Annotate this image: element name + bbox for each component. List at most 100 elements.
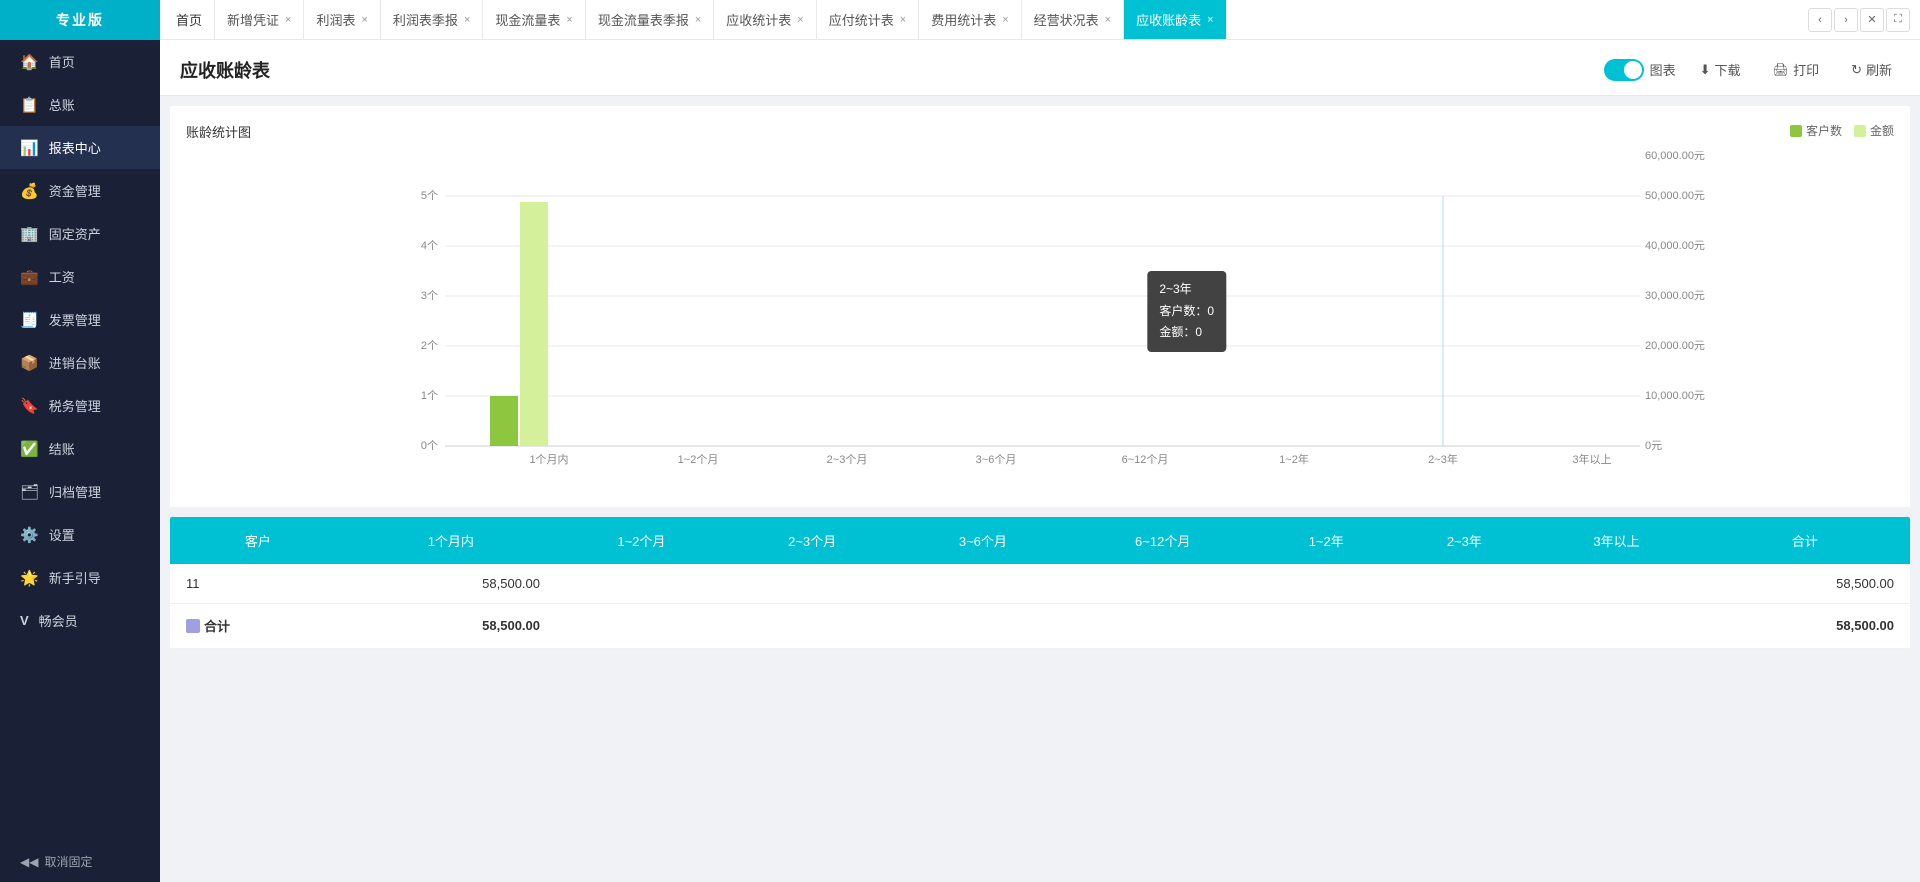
tab-nav-buttons: ‹ › ✕ ⛶: [1802, 8, 1916, 32]
legend-customer-label: 客户数: [1806, 122, 1842, 139]
cell-6-12m: [1068, 564, 1257, 604]
table-row: 11 58,500.00 58,500.00: [170, 564, 1910, 604]
legend-amount-dot: [1854, 125, 1866, 137]
tab-voucher-close[interactable]: ×: [285, 14, 291, 26]
col-1m: 1个月内: [346, 517, 556, 564]
guide-icon: 🌟: [20, 569, 39, 587]
col-1-2m: 1~2个月: [556, 517, 727, 564]
chart-legend: 客户数 金额: [1790, 122, 1894, 139]
tab-payable-stat-close[interactable]: ×: [900, 14, 906, 26]
tab-aging-close[interactable]: ×: [1207, 14, 1213, 26]
tab-profit-close[interactable]: ×: [361, 14, 367, 26]
assets-icon: 🏢: [20, 225, 39, 243]
svg-text:30,000.00元: 30,000.00元: [1645, 290, 1705, 302]
tab-fullscreen[interactable]: ⛶: [1886, 8, 1910, 32]
cell-summary-1-2m: [556, 604, 727, 649]
col-customer: 客户: [170, 517, 346, 564]
tab-home[interactable]: 首页: [164, 0, 215, 40]
download-button[interactable]: ⬇ 下载: [1692, 56, 1749, 83]
sidebar-item-assets[interactable]: 🏢 固定资产: [0, 212, 160, 255]
sidebar-item-invoice[interactable]: 🧾 发票管理: [0, 298, 160, 341]
tab-expense-stat[interactable]: 费用统计表 ×: [919, 0, 1021, 40]
tab-operation[interactable]: 经营状况表 ×: [1022, 0, 1124, 40]
cell-2-3y: [1395, 564, 1533, 604]
tab-cashflow[interactable]: 现金流量表 ×: [483, 0, 585, 40]
sidebar-item-reports[interactable]: 📊 报表中心: [0, 126, 160, 169]
chart-title: 账龄统计图: [186, 122, 1894, 141]
cell-summary-2-3y: [1395, 604, 1533, 649]
sidebar-item-home[interactable]: 🏠 首页: [0, 40, 160, 83]
tab-profit[interactable]: 利润表 ×: [304, 0, 380, 40]
collapse-sidebar-button[interactable]: ◀◀ 取消固定: [0, 841, 160, 882]
sidebar-item-funds[interactable]: 💰 资金管理: [0, 169, 160, 212]
tab-operation-label: 经营状况表: [1034, 10, 1099, 29]
chart-toggle[interactable]: [1604, 59, 1644, 81]
sidebar-item-settings[interactable]: ⚙️ 设置: [0, 513, 160, 556]
cell-summary-1m: 58,500.00: [346, 604, 556, 649]
cell-summary-label: 合计: [170, 604, 346, 649]
tab-cashflow-quarter-close[interactable]: ×: [695, 14, 701, 26]
tab-nav-left[interactable]: ‹: [1808, 8, 1832, 32]
sidebar-item-label: 首页: [49, 52, 75, 71]
tab-payable-stat[interactable]: 应付统计表 ×: [817, 0, 919, 40]
chart-container: 0个 1个 2个 3个 4个 5个 0元 10,000.00元 20,000.0…: [186, 151, 1894, 491]
col-3y-plus: 3年以上: [1533, 517, 1699, 564]
svg-text:3个: 3个: [421, 289, 438, 302]
svg-text:50,000.00元: 50,000.00元: [1645, 190, 1705, 202]
svg-text:1个月内: 1个月内: [529, 452, 568, 466]
col-3-6m: 3~6个月: [898, 517, 1069, 564]
tab-bar: 首页 新增凭证 × 利润表 × 利润表季报 × 现金流量表 × 现金流量表季报 …: [160, 0, 1920, 40]
tab-profit-quarter[interactable]: 利润表季报 ×: [381, 0, 483, 40]
sidebar-item-settlement[interactable]: ✅ 结账: [0, 427, 160, 470]
col-1-2y: 1~2年: [1257, 517, 1395, 564]
cell-1-2y: [1257, 564, 1395, 604]
sidebar-item-label: 固定资产: [49, 224, 101, 243]
sidebar-item-archive[interactable]: 🗂 归档管理: [0, 470, 160, 513]
tab-cashflow-quarter[interactable]: 现金流量表季报 ×: [586, 0, 714, 40]
ledger-icon: 📋: [20, 96, 39, 114]
tab-nav-right[interactable]: ›: [1834, 8, 1858, 32]
tab-profit-quarter-close[interactable]: ×: [464, 14, 470, 26]
sidebar-item-label: 进销台账: [49, 353, 101, 372]
tab-expense-stat-label: 费用统计表: [931, 10, 996, 29]
cell-2-3m: [727, 564, 898, 604]
col-2-3m: 2~3个月: [727, 517, 898, 564]
tab-close-all[interactable]: ✕: [1860, 8, 1884, 32]
sidebar-item-label: 报表中心: [49, 138, 101, 157]
svg-text:0元: 0元: [1645, 440, 1662, 452]
cell-summary-3y-plus: [1533, 604, 1699, 649]
tab-expense-stat-close[interactable]: ×: [1002, 14, 1008, 26]
sidebar-item-label: 设置: [49, 525, 75, 544]
sidebar-item-label: 结账: [49, 439, 75, 458]
sidebar-item-guide[interactable]: 🌟 新手引导: [0, 556, 160, 599]
tab-operation-close[interactable]: ×: [1105, 14, 1111, 26]
col-2-3y: 2~3年: [1395, 517, 1533, 564]
cell-summary-1-2y: [1257, 604, 1395, 649]
sales-icon: 📦: [20, 354, 39, 372]
table-head: 客户 1个月内 1~2个月 2~3个月 3~6个月 6~12个月 1~2年 2~…: [170, 517, 1910, 564]
refresh-label: 刷新: [1866, 60, 1892, 79]
tab-cashflow-label: 现金流量表: [495, 10, 560, 29]
tab-voucher[interactable]: 新增凭证 ×: [215, 0, 304, 40]
svg-text:2~3年: 2~3年: [1428, 452, 1458, 466]
sidebar-item-salary[interactable]: 💼 工资: [0, 255, 160, 298]
cell-1m: 58,500.00: [346, 564, 556, 604]
sidebar-item-vip[interactable]: V 畅会员: [0, 599, 160, 642]
tab-cashflow-close[interactable]: ×: [566, 14, 572, 26]
svg-text:6~12个月: 6~12个月: [1122, 453, 1169, 466]
sidebar-item-ledger[interactable]: 📋 总账: [0, 83, 160, 126]
svg-text:3~6个月: 3~6个月: [976, 453, 1017, 466]
main-content: 首页 新增凭证 × 利润表 × 利润表季报 × 现金流量表 × 现金流量表季报 …: [160, 0, 1920, 882]
svg-text:40,000.00元: 40,000.00元: [1645, 240, 1705, 252]
tab-receivable-stat[interactable]: 应收统计表 ×: [714, 0, 816, 40]
table-header-row: 客户 1个月内 1~2个月 2~3个月 3~6个月 6~12个月 1~2年 2~…: [170, 517, 1910, 564]
print-button[interactable]: 🖨 打印: [1765, 56, 1828, 83]
sidebar-item-label: 税务管理: [49, 396, 101, 415]
sidebar-item-tax[interactable]: 🔖 税务管理: [0, 384, 160, 427]
tab-aging[interactable]: 应收账龄表 ×: [1124, 0, 1226, 40]
svg-text:1个: 1个: [421, 389, 438, 402]
sidebar-item-sales[interactable]: 📦 进销台账: [0, 341, 160, 384]
tab-profit-quarter-label: 利润表季报: [393, 10, 458, 29]
tab-receivable-stat-close[interactable]: ×: [797, 14, 803, 26]
refresh-button[interactable]: ↻ 刷新: [1843, 56, 1900, 83]
